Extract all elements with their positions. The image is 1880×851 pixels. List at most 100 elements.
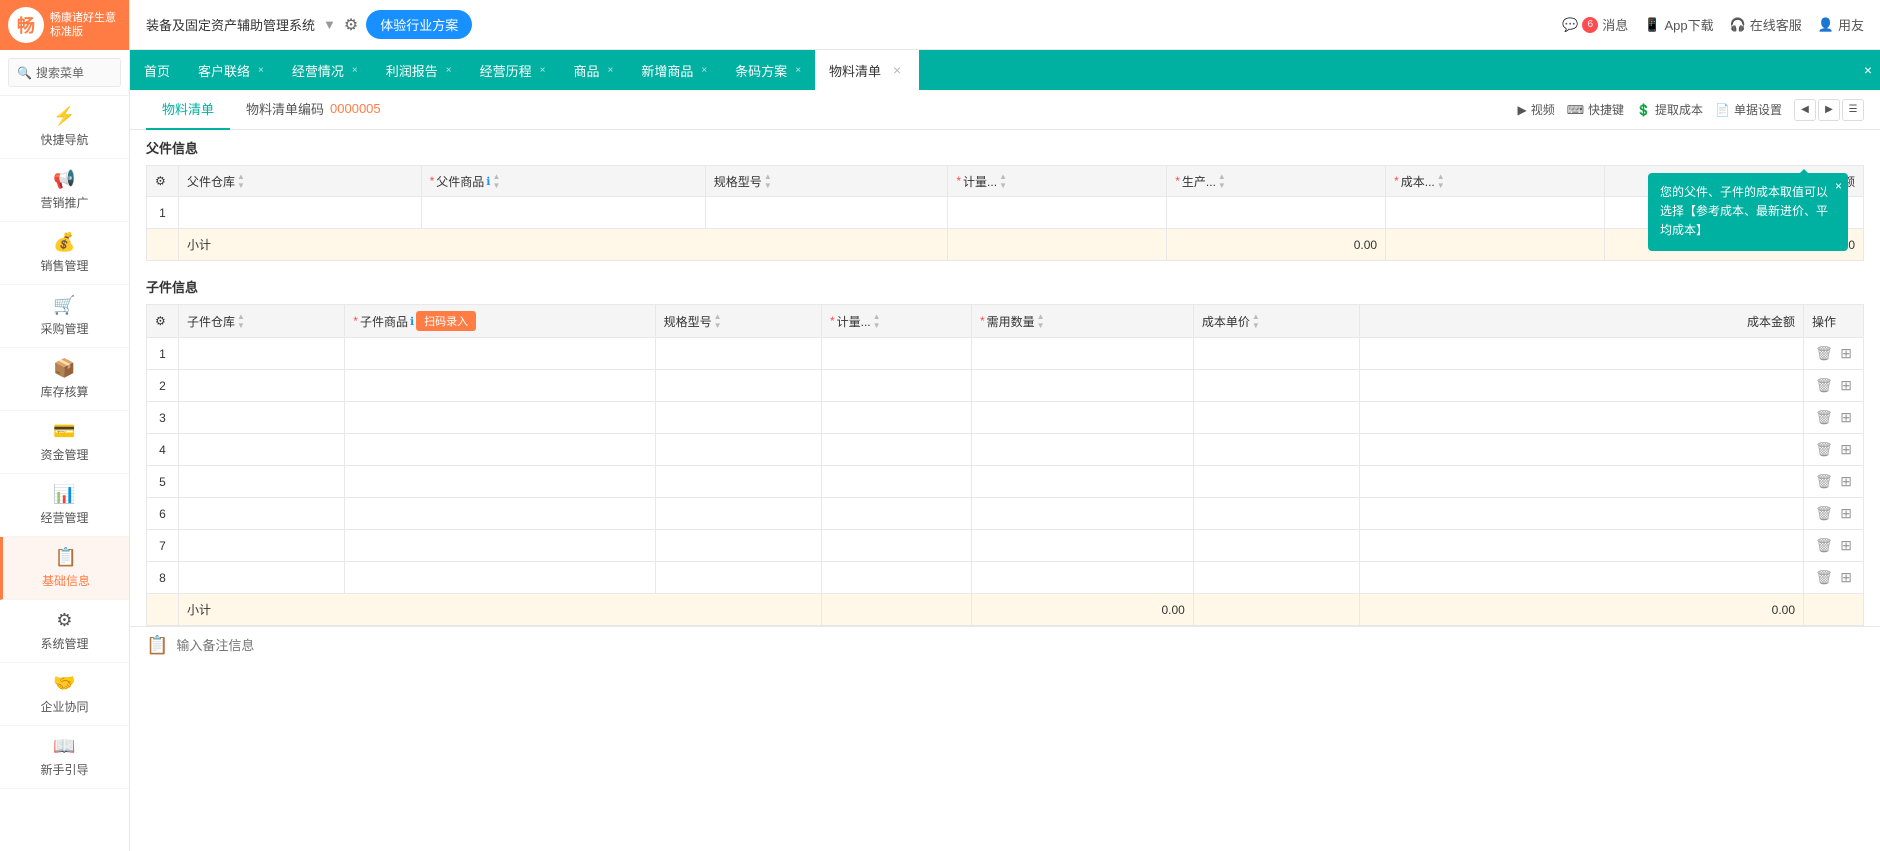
- child-row-4-unit-cost[interactable]: [1193, 434, 1359, 466]
- tab-profit-close[interactable]: ×: [446, 65, 452, 76]
- tab-barcode-close[interactable]: ×: [795, 65, 801, 76]
- child-row-8-cost-amount[interactable]: [1360, 562, 1804, 594]
- sidebar-item-operations[interactable]: 📊 经营管理: [0, 474, 129, 537]
- sidebar-item-sales[interactable]: 💰 销售管理: [0, 222, 129, 285]
- child-row-8-goods[interactable]: [345, 562, 655, 594]
- sub-tab-bom-code[interactable]: 物料清单编码 0000005: [230, 90, 397, 130]
- sidebar-item-system[interactable]: ⚙ 系统管理: [0, 600, 129, 663]
- tab-new-goods[interactable]: 新增商品 ×: [627, 50, 721, 90]
- child-row-6-qty[interactable]: [971, 498, 1193, 530]
- tab-bom[interactable]: 物料清单 ×: [815, 50, 919, 90]
- parent-row-1-goods[interactable]: [421, 197, 705, 229]
- child-row-7-unit-cost[interactable]: [1193, 530, 1359, 562]
- child-row-6-measure[interactable]: [821, 498, 971, 530]
- child-row-5-qty[interactable]: [971, 466, 1193, 498]
- parent-row-1-production[interactable]: [1167, 197, 1386, 229]
- sidebar-item-marketing[interactable]: 📢 营销推广: [0, 159, 129, 222]
- child-row-1-qty[interactable]: [971, 338, 1193, 370]
- child-row-1-measure[interactable]: [821, 338, 971, 370]
- tab-close-all[interactable]: ×: [1856, 62, 1880, 78]
- child-row-4-goods[interactable]: [345, 434, 655, 466]
- bill-settings-btn[interactable]: 📄 单据设置: [1715, 101, 1782, 118]
- tab-operations[interactable]: 经营情况 ×: [278, 50, 372, 90]
- child-row-6-cost-amount[interactable]: [1360, 498, 1804, 530]
- child-row-3-cost-amount[interactable]: [1360, 402, 1804, 434]
- parent-row-1-spec[interactable]: [705, 197, 948, 229]
- sidebar-item-purchase[interactable]: 🛒 采购管理: [0, 285, 129, 348]
- child-row-2-measure[interactable]: [821, 370, 971, 402]
- parent-th-settings[interactable]: ⚙: [147, 166, 179, 197]
- child-settings-icon[interactable]: ⚙: [155, 314, 166, 328]
- child-row-5-warehouse[interactable]: [179, 466, 345, 498]
- gear-icon[interactable]: ⚙: [344, 15, 358, 35]
- sub-tab-bom-list[interactable]: 物料清单: [146, 90, 230, 130]
- tooltip-close-btn[interactable]: ×: [1835, 177, 1842, 196]
- parent-row-1-measure[interactable]: [948, 197, 1167, 229]
- child-row-6-goods[interactable]: [345, 498, 655, 530]
- child-row-7-qty[interactable]: [971, 530, 1193, 562]
- child-row-6-delete-btn[interactable]: 🗑: [1813, 505, 1835, 521]
- child-row-2-spec[interactable]: [655, 370, 821, 402]
- video-btn[interactable]: ▶ 视频: [1517, 101, 1554, 118]
- tab-bom-close[interactable]: ×: [889, 62, 905, 78]
- tab-barcode[interactable]: 条码方案 ×: [721, 50, 815, 90]
- tab-operations-close[interactable]: ×: [352, 65, 358, 76]
- child-row-3-unit-cost[interactable]: [1193, 402, 1359, 434]
- child-row-4-delete-btn[interactable]: 🗑: [1813, 441, 1835, 457]
- dropdown-icon[interactable]: ▼: [323, 17, 336, 32]
- child-row-7-copy-btn[interactable]: ⊞: [1838, 537, 1854, 553]
- child-row-4-warehouse[interactable]: [179, 434, 345, 466]
- child-row-7-delete-btn[interactable]: 🗑: [1813, 537, 1835, 553]
- child-row-3-qty[interactable]: [971, 402, 1193, 434]
- child-row-6-spec[interactable]: [655, 498, 821, 530]
- child-row-8-measure[interactable]: [821, 562, 971, 594]
- child-row-1-delete-btn[interactable]: 🗑: [1813, 345, 1835, 361]
- tab-new-goods-close[interactable]: ×: [701, 65, 707, 76]
- child-row-2-warehouse[interactable]: [179, 370, 345, 402]
- app-download-item[interactable]: 📱 App下载: [1644, 15, 1713, 34]
- child-row-5-delete-btn[interactable]: 🗑: [1813, 473, 1835, 489]
- child-row-7-cost-amount[interactable]: [1360, 530, 1804, 562]
- sidebar-search-area[interactable]: 🔍 搜索菜单: [0, 50, 129, 96]
- extract-cost-btn[interactable]: 💲 提取成本: [1636, 101, 1703, 118]
- tab-profit[interactable]: 利润报告 ×: [372, 50, 466, 90]
- child-row-1-goods[interactable]: [345, 338, 655, 370]
- child-row-6-warehouse[interactable]: [179, 498, 345, 530]
- user-item[interactable]: 👤 用友: [1818, 15, 1864, 34]
- shortcut-btn[interactable]: ⌨ 快捷键: [1567, 101, 1624, 118]
- tab-history[interactable]: 经营历程 ×: [466, 50, 560, 90]
- child-row-7-goods[interactable]: [345, 530, 655, 562]
- child-row-7-warehouse[interactable]: [179, 530, 345, 562]
- settings-icon[interactable]: ⚙: [155, 174, 166, 188]
- child-row-5-cost-amount[interactable]: [1360, 466, 1804, 498]
- child-row-7-measure[interactable]: [821, 530, 971, 562]
- customer-service-item[interactable]: 🎧 在线客服: [1730, 15, 1802, 34]
- child-row-3-delete-btn[interactable]: 🗑: [1813, 409, 1835, 425]
- tab-goods[interactable]: 商品 ×: [559, 50, 627, 90]
- tab-customer-close[interactable]: ×: [258, 65, 264, 76]
- child-row-4-measure[interactable]: [821, 434, 971, 466]
- next-arrow[interactable]: ▶: [1818, 99, 1840, 121]
- sidebar-item-finance[interactable]: 💳 资金管理: [0, 411, 129, 474]
- tab-customer[interactable]: 客户联络 ×: [184, 50, 278, 90]
- child-row-3-spec[interactable]: [655, 402, 821, 434]
- child-row-7-spec[interactable]: [655, 530, 821, 562]
- child-row-8-copy-btn[interactable]: ⊞: [1838, 569, 1854, 585]
- child-row-1-unit-cost[interactable]: [1193, 338, 1359, 370]
- child-row-8-spec[interactable]: [655, 562, 821, 594]
- child-row-5-measure[interactable]: [821, 466, 971, 498]
- child-row-5-unit-cost[interactable]: [1193, 466, 1359, 498]
- sidebar-item-enterprise[interactable]: 🤝 企业协同: [0, 663, 129, 726]
- parent-row-1-warehouse[interactable]: [179, 197, 422, 229]
- child-row-4-copy-btn[interactable]: ⊞: [1838, 441, 1854, 457]
- sidebar-item-basic-info[interactable]: 📋 基础信息: [0, 537, 129, 600]
- child-row-1-warehouse[interactable]: [179, 338, 345, 370]
- tab-history-close[interactable]: ×: [540, 65, 546, 76]
- child-row-2-delete-btn[interactable]: 🗑: [1813, 377, 1835, 393]
- sidebar-item-inventory[interactable]: 📦 库存核算: [0, 348, 129, 411]
- child-row-4-spec[interactable]: [655, 434, 821, 466]
- child-row-2-unit-cost[interactable]: [1193, 370, 1359, 402]
- tab-goods-close[interactable]: ×: [607, 65, 613, 76]
- child-row-8-warehouse[interactable]: [179, 562, 345, 594]
- scan-button[interactable]: 扫码录入: [416, 311, 476, 331]
